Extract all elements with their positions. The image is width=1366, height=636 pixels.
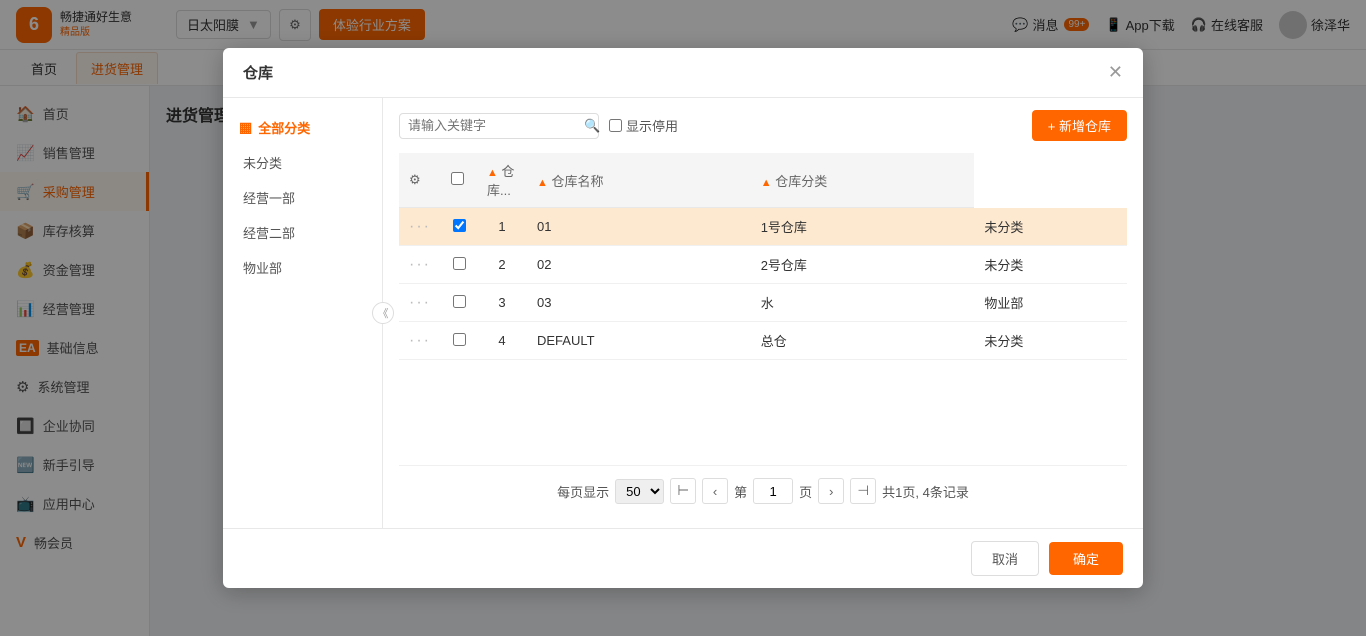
category-item-property[interactable]: 物业部 [223, 250, 382, 285]
table-row[interactable]: ··· 4 DEFAULT 总仓 未分类 [399, 322, 1127, 360]
col-check-header [441, 153, 477, 208]
warehouse-table: ⚙ ▲ 仓库... ▲ 仓库名称 ▲ 仓库分类 [399, 153, 1127, 360]
prev-page-button[interactable]: ‹ [702, 478, 728, 504]
row-checkbox[interactable] [453, 295, 466, 308]
row-actions[interactable]: ··· [399, 284, 441, 322]
row-actions[interactable]: ··· [399, 208, 441, 246]
row-checkbox-cell [441, 322, 477, 360]
category-item-dept2[interactable]: 经营二部 [223, 215, 382, 250]
row-index: 2 [477, 246, 527, 284]
row-checkbox[interactable] [453, 219, 466, 232]
search-icon[interactable]: 🔍 [584, 118, 600, 134]
row-name: 水 [751, 284, 975, 322]
first-page-button[interactable]: ⊢ [670, 478, 696, 504]
warehouse-modal: 仓库 ✕ ▦ 全部分类 未分类 经营一部 经营二部 物业部 《 🔍 [223, 48, 1143, 588]
confirm-button[interactable]: 确定 [1049, 542, 1123, 575]
row-code: 02 [527, 246, 751, 284]
category-panel: ▦ 全部分类 未分类 经营一部 经营二部 物业部 《 [223, 98, 383, 528]
table-row[interactable]: ··· 2 02 2号仓库 未分类 [399, 246, 1127, 284]
row-checkbox[interactable] [453, 257, 466, 270]
table-body: ··· 1 01 1号仓库 未分类 ··· 2 02 2号仓库 未分类 ··· … [399, 208, 1127, 360]
row-name: 2号仓库 [751, 246, 975, 284]
row-checkbox[interactable] [453, 333, 466, 346]
row-code: 01 [527, 208, 751, 246]
row-index: 1 [477, 208, 527, 246]
col-name-header: ▲ 仓库名称 [527, 153, 751, 208]
row-category: 未分类 [974, 246, 1127, 284]
row-category: 未分类 [974, 322, 1127, 360]
row-code: DEFAULT [527, 322, 751, 360]
row-category: 未分类 [974, 208, 1127, 246]
sort-arrow-cat: ▲ [761, 177, 772, 189]
next-page-button[interactable]: › [818, 478, 844, 504]
page-number-input[interactable] [753, 478, 793, 504]
row-index: 3 [477, 284, 527, 322]
select-all-checkbox[interactable] [451, 172, 464, 185]
sort-arrow-name: ▲ [537, 177, 548, 189]
table-row[interactable]: ··· 1 01 1号仓库 未分类 [399, 208, 1127, 246]
modal-title: 仓库 [243, 62, 273, 83]
table-row[interactable]: ··· 3 03 水 物业部 [399, 284, 1127, 322]
col-gear-header: ⚙ [399, 153, 441, 208]
col-category-header: ▲ 仓库分类 [751, 153, 975, 208]
row-checkbox-cell [441, 246, 477, 284]
modal-close-button[interactable]: ✕ [1108, 62, 1123, 83]
collapse-category-button[interactable]: 《 [372, 302, 394, 324]
row-category: 物业部 [974, 284, 1127, 322]
row-actions[interactable]: ··· [399, 322, 441, 360]
add-warehouse-button[interactable]: + 新增仓库 [1032, 110, 1127, 141]
category-item-unclassified[interactable]: 未分类 [223, 145, 382, 180]
all-category-header[interactable]: ▦ 全部分类 [223, 110, 382, 145]
table-panel: 🔍 显示停用 + 新增仓库 ⚙ ▲ 仓库... [383, 98, 1143, 528]
row-name: 1号仓库 [751, 208, 975, 246]
cancel-button[interactable]: 取消 [971, 541, 1039, 576]
col-no-header: ▲ 仓库... [477, 153, 527, 208]
table-header-row: ⚙ ▲ 仓库... ▲ 仓库名称 ▲ 仓库分类 [399, 153, 1127, 208]
row-checkbox-cell [441, 208, 477, 246]
search-input-wrap: 🔍 [399, 113, 599, 139]
modal-body: ▦ 全部分类 未分类 经营一部 经营二部 物业部 《 🔍 显示停用 + 新增 [223, 98, 1143, 528]
row-actions[interactable]: ··· [399, 246, 441, 284]
page-label2: 页 [799, 482, 812, 501]
page-label: 第 [734, 482, 747, 501]
page-size-select[interactable]: 50 [615, 479, 664, 504]
row-code: 03 [527, 284, 751, 322]
grid-icon: ▦ [239, 119, 252, 136]
pagination: 每页显示 50 ⊢ ‹ 第 页 › ⊣ 共1页, 4条记录 [399, 465, 1127, 516]
total-info: 共1页, 4条记录 [882, 482, 969, 501]
show-disabled-checkbox[interactable] [609, 119, 622, 132]
table-toolbar: 🔍 显示停用 + 新增仓库 [399, 110, 1127, 141]
page-size-label: 每页显示 [557, 482, 609, 501]
row-index: 4 [477, 322, 527, 360]
modal-footer: 取消 确定 [223, 528, 1143, 588]
search-input[interactable] [408, 118, 584, 133]
row-checkbox-cell [441, 284, 477, 322]
row-name: 总仓 [751, 322, 975, 360]
sort-arrow-no: ▲ [487, 167, 498, 179]
show-disabled-label[interactable]: 显示停用 [609, 116, 678, 135]
category-item-dept1[interactable]: 经营一部 [223, 180, 382, 215]
modal-header: 仓库 ✕ [223, 48, 1143, 98]
last-page-button[interactable]: ⊣ [850, 478, 876, 504]
